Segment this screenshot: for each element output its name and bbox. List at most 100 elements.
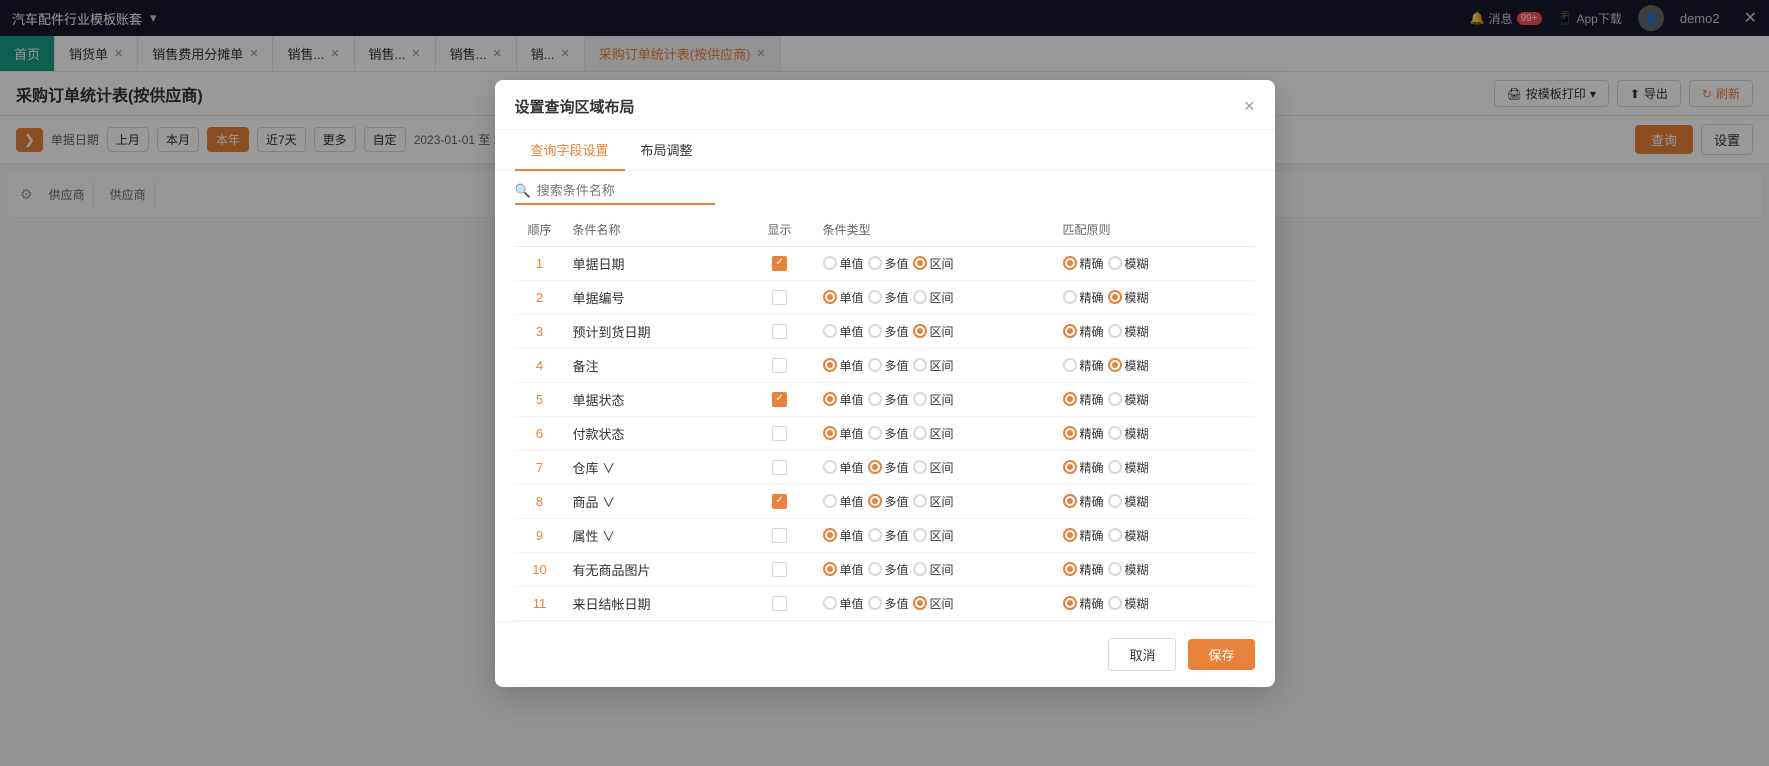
- row-type-range[interactable]: 区间: [913, 323, 954, 340]
- row-type-single[interactable]: 单值: [823, 459, 864, 476]
- row-show-checkbox[interactable]: [772, 256, 787, 271]
- col-header-order: 顺序: [515, 221, 565, 238]
- row-match-exact[interactable]: 精确: [1063, 391, 1104, 408]
- cancel-button[interactable]: 取消: [1108, 638, 1176, 671]
- table-row: 7仓库 ∨单值多值区间精确模糊: [515, 451, 1255, 485]
- row-type-range[interactable]: 区间: [913, 425, 954, 442]
- row-type-range[interactable]: 区间: [913, 493, 954, 510]
- row-order: 9: [515, 528, 565, 543]
- dialog-close-button[interactable]: ×: [1244, 97, 1255, 115]
- row-match-exact[interactable]: 精确: [1063, 459, 1104, 476]
- row-type-multiple[interactable]: 多值: [868, 255, 909, 272]
- row-match-exact[interactable]: 精确: [1063, 255, 1104, 272]
- row-match-exact[interactable]: 精确: [1063, 425, 1104, 442]
- row-show-checkbox[interactable]: [772, 562, 787, 577]
- row-show-checkbox[interactable]: [772, 324, 787, 339]
- row-match: 精确模糊: [1055, 527, 1255, 544]
- row-type-multiple[interactable]: 多值: [868, 357, 909, 374]
- search-icon: 🔍: [515, 183, 531, 199]
- row-type-multiple[interactable]: 多值: [868, 323, 909, 340]
- row-match-fuzzy[interactable]: 模糊: [1108, 527, 1149, 544]
- row-match-fuzzy[interactable]: 模糊: [1108, 425, 1149, 442]
- row-match-exact[interactable]: 精确: [1063, 595, 1104, 612]
- row-match-fuzzy[interactable]: 模糊: [1108, 289, 1149, 306]
- row-type-single[interactable]: 单值: [823, 561, 864, 578]
- row-type-multiple[interactable]: 多值: [868, 527, 909, 544]
- row-type-single[interactable]: 单值: [823, 595, 864, 612]
- row-type-multiple[interactable]: 多值: [868, 493, 909, 510]
- row-type-single[interactable]: 单值: [823, 357, 864, 374]
- row-type: 单值多值区间: [815, 561, 1055, 578]
- modal-overlay: 设置查询区域布局 × 查询字段设置 布局调整 🔍 顺序 条件名称 显示: [0, 0, 1769, 766]
- row-match-exact[interactable]: 精确: [1063, 357, 1104, 374]
- tab-field-settings[interactable]: 查询字段设置: [515, 130, 625, 171]
- row-type-range[interactable]: 区间: [913, 561, 954, 578]
- row-type-range[interactable]: 区间: [913, 527, 954, 544]
- tab-layout[interactable]: 布局调整: [625, 130, 709, 171]
- row-type-range[interactable]: 区间: [913, 459, 954, 476]
- row-show-checkbox[interactable]: [772, 290, 787, 305]
- row-type-multiple[interactable]: 多值: [868, 561, 909, 578]
- row-order: 7: [515, 460, 565, 475]
- row-type-single[interactable]: 单值: [823, 391, 864, 408]
- row-type-multiple[interactable]: 多值: [868, 391, 909, 408]
- row-type-range[interactable]: 区间: [913, 357, 954, 374]
- row-type-range[interactable]: 区间: [913, 255, 954, 272]
- dialog-footer: 取消 保存: [495, 621, 1275, 687]
- row-match-exact[interactable]: 精确: [1063, 527, 1104, 544]
- col-header-type: 条件类型: [815, 221, 1055, 238]
- row-match-fuzzy[interactable]: 模糊: [1108, 459, 1149, 476]
- row-type-range[interactable]: 区间: [913, 595, 954, 612]
- save-button[interactable]: 保存: [1188, 639, 1254, 670]
- row-match-exact[interactable]: 精确: [1063, 561, 1104, 578]
- row-match: 精确模糊: [1055, 425, 1255, 442]
- row-type-range[interactable]: 区间: [913, 391, 954, 408]
- table-row: 9属性 ∨单值多值区间精确模糊: [515, 519, 1255, 553]
- row-match-fuzzy[interactable]: 模糊: [1108, 255, 1149, 272]
- row-show-checkbox[interactable]: [772, 392, 787, 407]
- row-match: 精确模糊: [1055, 255, 1255, 272]
- dialog-tabs: 查询字段设置 布局调整: [495, 130, 1275, 171]
- row-type-single[interactable]: 单值: [823, 255, 864, 272]
- row-type-multiple[interactable]: 多值: [868, 595, 909, 612]
- row-match-fuzzy[interactable]: 模糊: [1108, 391, 1149, 408]
- row-type-range[interactable]: 区间: [913, 289, 954, 306]
- row-type-multiple[interactable]: 多值: [868, 459, 909, 476]
- row-type: 单值多值区间: [815, 289, 1055, 306]
- row-type-single[interactable]: 单值: [823, 493, 864, 510]
- row-type-single[interactable]: 单值: [823, 323, 864, 340]
- table-row: 11来日结帐日期单值多值区间精确模糊: [515, 587, 1255, 621]
- row-order: 10: [515, 562, 565, 577]
- row-type-single[interactable]: 单值: [823, 425, 864, 442]
- row-match-fuzzy[interactable]: 模糊: [1108, 357, 1149, 374]
- table-row: 2单据编号单值多值区间精确模糊: [515, 281, 1255, 315]
- row-show-checkbox[interactable]: [772, 358, 787, 373]
- row-type-single[interactable]: 单值: [823, 289, 864, 306]
- row-match-exact[interactable]: 精确: [1063, 289, 1104, 306]
- row-match: 精确模糊: [1055, 493, 1255, 510]
- row-type: 单值多值区间: [815, 527, 1055, 544]
- row-show-checkbox[interactable]: [772, 528, 787, 543]
- conditions-table: 顺序 条件名称 显示 条件类型 匹配原则 1单据日期单值多值区间精确模糊2单据编…: [495, 213, 1275, 621]
- row-match-fuzzy[interactable]: 模糊: [1108, 323, 1149, 340]
- row-type-single[interactable]: 单值: [823, 527, 864, 544]
- row-show-checkbox[interactable]: [772, 460, 787, 475]
- settings-dialog: 设置查询区域布局 × 查询字段设置 布局调整 🔍 顺序 条件名称 显示: [495, 80, 1275, 687]
- row-name: 预计到货日期: [565, 322, 745, 341]
- row-match-exact[interactable]: 精确: [1063, 323, 1104, 340]
- row-show-checkbox[interactable]: [772, 494, 787, 509]
- row-match-exact[interactable]: 精确: [1063, 493, 1104, 510]
- row-order: 3: [515, 324, 565, 339]
- row-show-checkbox[interactable]: [772, 426, 787, 441]
- row-show-checkbox[interactable]: [772, 596, 787, 611]
- row-match-fuzzy[interactable]: 模糊: [1108, 595, 1149, 612]
- table-row: 3预计到货日期 单值多值区间 精确模糊: [515, 315, 1255, 349]
- row-order: 5: [515, 392, 565, 407]
- row-type: 单值多值区间: [815, 493, 1055, 510]
- row-match-fuzzy[interactable]: 模糊: [1108, 493, 1149, 510]
- row-type-multiple[interactable]: 多值: [868, 425, 909, 442]
- row-match-fuzzy[interactable]: 模糊: [1108, 561, 1149, 578]
- row-type-multiple[interactable]: 多值: [868, 289, 909, 306]
- search-input[interactable]: [537, 183, 715, 198]
- row-order: 2: [515, 290, 565, 305]
